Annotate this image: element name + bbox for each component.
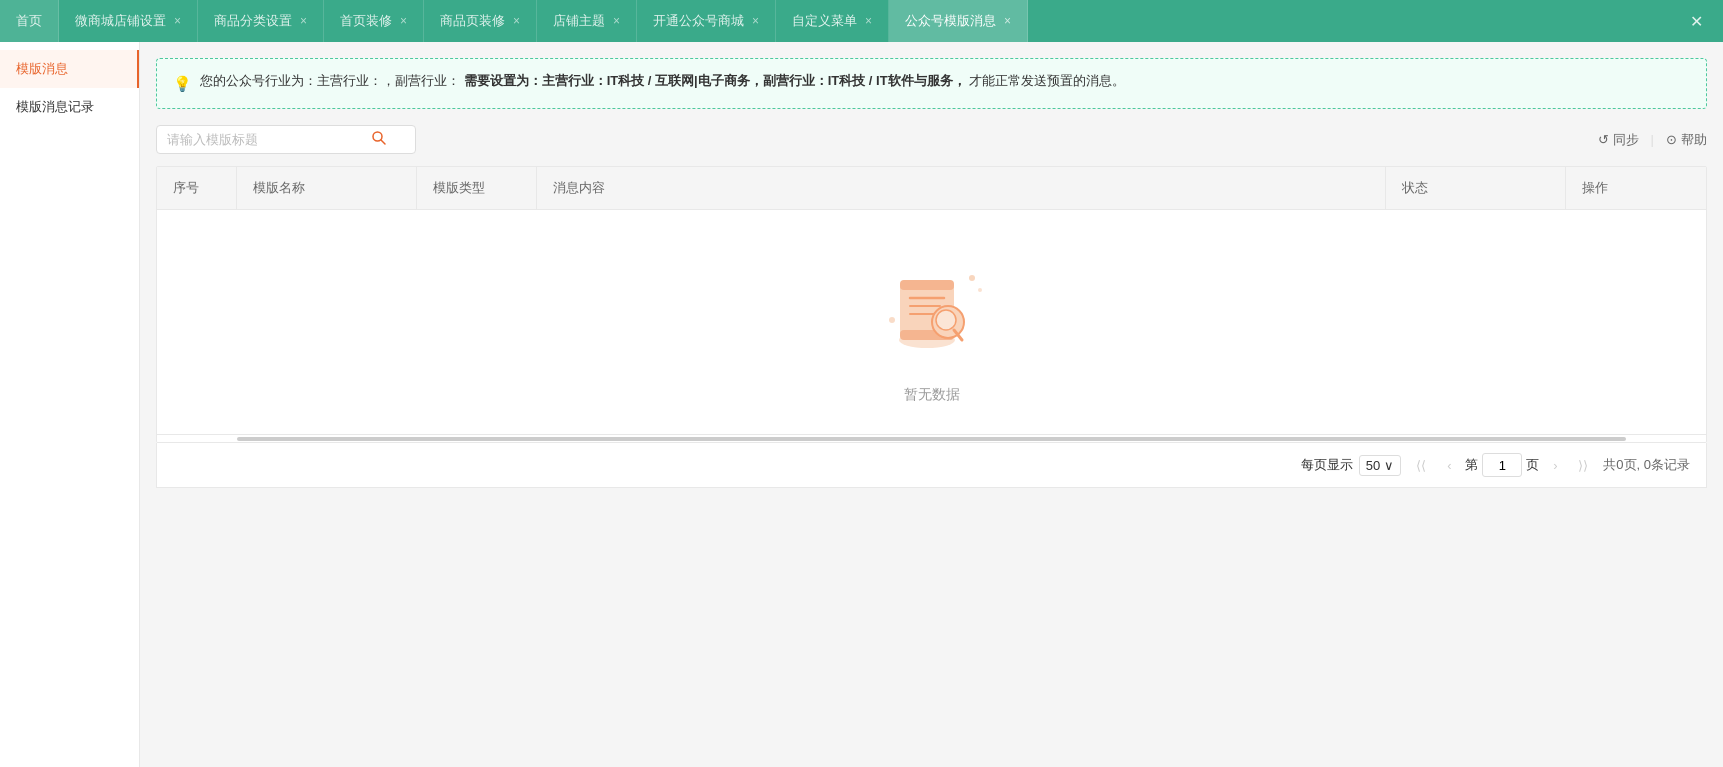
total-info: 共0页, 0条记录 [1603,456,1690,474]
tab-category[interactable]: 商品分类设置 × [198,0,324,42]
tab-homepage-close[interactable]: × [400,14,407,28]
notice-icon: 💡 [173,72,192,96]
tab-category-label: 商品分类设置 [214,12,292,30]
svg-point-10 [936,310,956,330]
empty-state: 暂无数据 [157,210,1706,434]
notice-banner: 💡 您的公众号行业为：主营行业：，副营行业： 需要设置为：主营行业：IT科技 /… [156,58,1707,109]
col-action: 操作 [1566,167,1706,209]
search-input-wrap[interactable] [156,125,416,154]
help-icon: ⊙ [1666,132,1677,147]
svg-point-12 [969,275,975,281]
empty-text: 暂无数据 [904,386,960,404]
svg-point-13 [978,288,982,292]
tab-theme[interactable]: 店铺主题 × [537,0,637,42]
page-label-pre: 第 [1465,456,1478,474]
chevron-down-icon: ∨ [1384,458,1394,473]
search-bar: ↺ 同步 | ⊙ 帮助 [156,125,1707,154]
tab-mall-close[interactable]: × [752,14,759,28]
empty-illustration [872,250,992,370]
sync-icon: ↺ [1598,132,1609,147]
sync-button[interactable]: ↺ 同步 [1598,131,1639,149]
col-status: 状态 [1386,167,1566,209]
page-number-input[interactable] [1482,453,1522,477]
tab-homepage[interactable]: 首页装修 × [324,0,424,42]
tab-menu-close[interactable]: × [865,14,872,28]
tab-weshop-close[interactable]: × [174,14,181,28]
help-label: 帮助 [1681,131,1707,149]
search-input[interactable] [167,132,367,147]
sync-label: 同步 [1613,131,1639,149]
tab-template-label: 公众号模版消息 [905,12,996,30]
content-area: 💡 您的公众号行业为：主营行业：，副营行业： 需要设置为：主营行业：IT科技 /… [140,42,1723,767]
col-type: 模版类型 [417,167,537,209]
notice-highlight: 需要设置为：主营行业：IT科技 / 互联网|电子商务，副营行业：IT科技 / I… [464,73,966,88]
sidebar-item-template-record-label: 模版消息记录 [16,99,94,114]
tab-template[interactable]: 公众号模版消息 × [889,0,1028,42]
tab-product[interactable]: 商品页装修 × [424,0,537,42]
data-table: 序号 模版名称 模版类型 消息内容 状态 操作 [156,166,1707,443]
tab-home[interactable]: 首页 [0,0,59,42]
scrollbar-track[interactable] [157,434,1706,442]
page-size-select[interactable]: 50 ∨ [1359,455,1401,476]
col-index: 序号 [157,167,237,209]
search-actions: ↺ 同步 | ⊙ 帮助 [1598,131,1707,149]
col-name: 模版名称 [237,167,417,209]
sidebar-item-template-msg-label: 模版消息 [16,61,68,76]
tab-category-close[interactable]: × [300,14,307,28]
page-unit: 页 [1526,456,1539,474]
tab-bar: 首页 微商城店铺设置 × 商品分类设置 × 首页装修 × 商品页装修 × 店铺主… [0,0,1723,42]
tab-weshop-label: 微商城店铺设置 [75,12,166,30]
scrollbar-thumb[interactable] [237,437,1626,441]
tab-mall[interactable]: 开通公众号商城 × [637,0,776,42]
first-page-button[interactable]: ⟨⟨ [1409,453,1433,477]
action-divider: | [1651,132,1654,147]
col-content: 消息内容 [537,167,1386,209]
sidebar-item-template-msg[interactable]: 模版消息 [0,50,139,88]
sidebar-item-template-record[interactable]: 模版消息记录 [0,88,139,126]
notice-prefix: 您的公众号行业为：主营行业：，副营行业： [200,73,460,88]
tab-mall-label: 开通公众号商城 [653,12,744,30]
svg-line-1 [381,140,385,144]
tab-weshop[interactable]: 微商城店铺设置 × [59,0,198,42]
svg-rect-4 [900,280,954,290]
tab-bar-end: ✕ [1682,8,1723,35]
sidebar: 模版消息 模版消息记录 [0,42,140,767]
last-page-button[interactable]: ⟩⟩ [1571,453,1595,477]
prev-page-button[interactable]: ‹ [1437,453,1461,477]
tab-product-close[interactable]: × [513,14,520,28]
notice-suffix: 才能正常发送预置的消息。 [969,73,1125,88]
main-layout: 模版消息 模版消息记录 💡 您的公众号行业为：主营行业：，副营行业： 需要设置为… [0,42,1723,767]
help-button[interactable]: ⊙ 帮助 [1666,131,1707,149]
tab-homepage-label: 首页装修 [340,12,392,30]
page-nav: ⟨⟨ ‹ 第 页 › ⟩⟩ [1409,453,1595,477]
svg-point-14 [889,317,895,323]
page-input-wrap: 第 页 [1465,453,1539,477]
next-page-button[interactable]: › [1543,453,1567,477]
pagination-bar: 每页显示 50 ∨ ⟨⟨ ‹ 第 页 › ⟩⟩ 共0页, 0条记录 [156,443,1707,488]
tab-menu-label: 自定义菜单 [792,12,857,30]
tab-bar-close-all[interactable]: ✕ [1682,8,1711,35]
tab-theme-close[interactable]: × [613,14,620,28]
page-size-value: 50 [1366,458,1380,473]
search-icon-btn[interactable] [371,130,387,149]
tab-theme-label: 店铺主题 [553,12,605,30]
page-size-label: 每页显示 [1301,456,1353,474]
notice-text: 您的公众号行业为：主营行业：，副营行业： 需要设置为：主营行业：IT科技 / 互… [200,71,1125,92]
table-header: 序号 模版名称 模版类型 消息内容 状态 操作 [157,167,1706,210]
tab-product-label: 商品页装修 [440,12,505,30]
page-size-wrap: 每页显示 50 ∨ [1301,455,1401,476]
tab-home-label: 首页 [16,12,42,30]
tab-menu[interactable]: 自定义菜单 × [776,0,889,42]
tab-template-close[interactable]: × [1004,14,1011,28]
